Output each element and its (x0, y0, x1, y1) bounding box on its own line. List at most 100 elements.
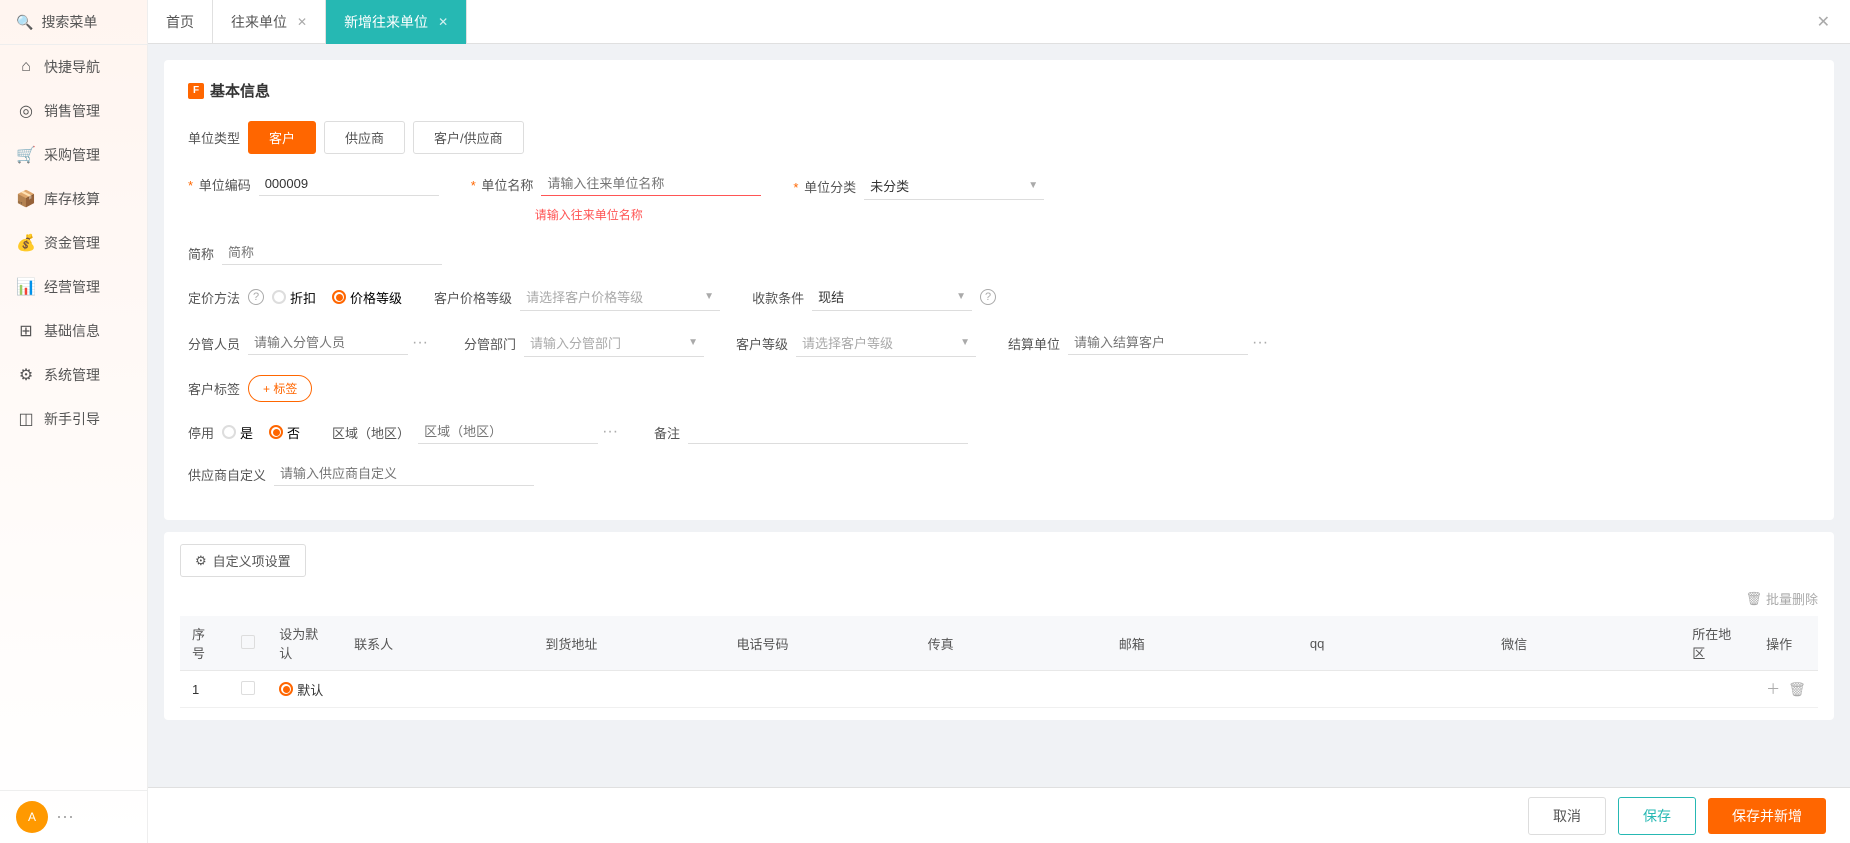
wechat-input[interactable] (1501, 682, 1668, 697)
search-menu-item[interactable]: 🔍 搜索菜单 (0, 0, 147, 45)
radio-price-level[interactable]: 价格等级 (332, 288, 402, 307)
tab-home[interactable]: 首页 (148, 0, 213, 44)
customer-level-label: 客户等级 (736, 334, 788, 353)
payment-help-icon[interactable]: ? (980, 289, 996, 305)
tag-group: 客户标签 + 标签 (188, 375, 312, 402)
qq-input[interactable] (1310, 682, 1477, 697)
td-email[interactable] (1107, 671, 1298, 708)
disabled-group: 停用 是 否 (188, 423, 300, 442)
tag-label: 客户标签 (188, 379, 240, 398)
row-action-btns: ＋ 🗑 (1766, 679, 1806, 699)
header-checkbox[interactable] (241, 635, 255, 649)
td-contact[interactable] (342, 671, 533, 708)
sidebar-item-finance[interactable]: 💰 资金管理 (0, 221, 147, 265)
unit-category-select[interactable]: 未分类 ▼ (864, 172, 1044, 200)
sidebar-item-guide[interactable]: ◫ 新手引导 (0, 397, 147, 441)
global-close-icon[interactable]: ✕ (1809, 8, 1838, 36)
settlement-input[interactable] (1068, 331, 1248, 355)
region-input[interactable] (418, 420, 598, 444)
td-phone[interactable] (724, 671, 915, 708)
unit-name-group: * 单位名称 请输入往来单位名称 (471, 172, 762, 223)
manager-label: 分管人员 (188, 334, 240, 353)
unit-code-input[interactable] (259, 172, 439, 196)
search-menu-label: 搜索菜单 (41, 12, 97, 32)
sidebar-item-quick-nav[interactable]: ⌂ 快捷导航 (0, 45, 147, 89)
supplier-custom-label: 供应商自定义 (188, 465, 266, 484)
pricing-help-icon[interactable]: ? (248, 289, 264, 305)
radio-no-circle (269, 425, 283, 439)
sidebar: 🔍 搜索菜单 ⌂ 快捷导航 ◎ 销售管理 🛒 采购管理 📦 库存核算 💰 资金管… (0, 0, 148, 843)
unit-name-input[interactable] (541, 172, 761, 196)
pricing-method-group: 定价方法 ? 折扣 价格等级 (188, 288, 402, 307)
supplier-custom-input[interactable] (274, 462, 534, 486)
settlement-more-btn[interactable]: ··· (1248, 332, 1272, 354)
remark-input[interactable] (688, 420, 968, 444)
settings-icon: ⚙ (195, 553, 207, 569)
tab-new-partner-close[interactable]: ✕ (438, 15, 448, 29)
unit-type-buttons: 客户 供应商 客户/供应商 (248, 121, 524, 154)
btn-supplier[interactable]: 供应商 (324, 121, 405, 154)
fax-input[interactable] (928, 682, 1095, 697)
tab-bar: 首页 往来单位 ✕ 新增往来单位 ✕ ✕ (148, 0, 1850, 44)
unit-category-group: * 单位分类 未分类 ▼ (793, 172, 1044, 200)
manager-group: 分管人员 ··· (188, 331, 432, 355)
short-name-row: 简称 (188, 241, 1810, 265)
save-button[interactable]: 保存 (1618, 797, 1696, 835)
sidebar-item-inventory[interactable]: 📦 库存核算 (0, 177, 147, 221)
td-fax[interactable] (916, 671, 1107, 708)
basic-info-card: F 基本信息 单位类型 客户 供应商 客户/供应商 * (164, 60, 1834, 520)
manager-more-btn[interactable]: ··· (408, 332, 432, 354)
bulk-delete-button[interactable]: 🗑 批量删除 (1745, 589, 1818, 608)
td-qq[interactable] (1298, 671, 1489, 708)
contact-input[interactable] (354, 682, 521, 697)
radio-discount[interactable]: 折扣 (272, 288, 316, 307)
add-tag-button[interactable]: + 标签 (248, 375, 312, 402)
region-more-btn[interactable]: ··· (598, 421, 622, 443)
btn-customer[interactable]: 客户 (248, 121, 316, 154)
btn-both[interactable]: 客户/供应商 (413, 121, 524, 154)
radio-no[interactable]: 否 (269, 423, 300, 442)
customer-price-group: 客户价格等级 请选择客户价格等级 ▼ (434, 283, 720, 311)
row-default-radio[interactable]: 默认 (279, 680, 330, 699)
section-title-text: 基本信息 (210, 80, 270, 101)
settlement-input-wrap: ··· (1068, 331, 1272, 355)
customer-level-select[interactable]: 请选择客户等级 ▼ (796, 329, 976, 357)
sidebar-item-basic[interactable]: ⊞ 基础信息 (0, 309, 147, 353)
td-wechat[interactable] (1489, 671, 1680, 708)
tab-new-partner-label: 新增往来单位 (344, 12, 428, 32)
manager-input[interactable] (248, 331, 408, 355)
th-contact: 联系人 (342, 616, 533, 671)
bulk-delete-label: 批量删除 (1766, 589, 1818, 608)
tag-row: 客户标签 + 标签 (188, 375, 1810, 402)
cancel-button[interactable]: 取消 (1528, 797, 1606, 835)
radio-yes-label: 是 (240, 423, 253, 442)
row-add-btn[interactable]: ＋ (1766, 679, 1780, 699)
manager-input-wrap: ··· (248, 331, 432, 355)
td-address[interactable] (533, 671, 724, 708)
short-name-input[interactable] (222, 241, 442, 265)
radio-yes[interactable]: 是 (222, 423, 253, 442)
sidebar-item-operation[interactable]: 📊 经营管理 (0, 265, 147, 309)
save-new-button[interactable]: 保存并新增 (1708, 798, 1826, 834)
row-checkbox[interactable] (241, 681, 255, 695)
chevron-down-icon4: ▼ (688, 337, 698, 348)
customer-price-select[interactable]: 请选择客户价格等级 ▼ (520, 283, 720, 311)
sidebar-item-purchase[interactable]: 🛒 采购管理 (0, 133, 147, 177)
phone-input[interactable] (736, 682, 903, 697)
tab-new-partner[interactable]: 新增往来单位 ✕ (326, 0, 467, 44)
sidebar-item-system[interactable]: ⚙ 系统管理 (0, 353, 147, 397)
dept-select[interactable]: 请输入分管部门 ▼ (524, 329, 704, 357)
email-input[interactable] (1119, 682, 1286, 697)
sidebar-item-sales[interactable]: ◎ 销售管理 (0, 89, 147, 133)
tab-partner-list-close[interactable]: ✕ (297, 15, 307, 29)
th-checkbox[interactable] (229, 616, 267, 671)
sidebar-label-operation: 经营管理 (44, 277, 100, 297)
td-checkbox[interactable] (229, 671, 267, 708)
td-region (1680, 671, 1754, 708)
supplier-custom-row: 供应商自定义 (188, 462, 1810, 486)
row-delete-btn[interactable]: 🗑 (1788, 681, 1806, 698)
custom-settings-button[interactable]: ⚙ 自定义项设置 (180, 544, 306, 577)
address-input[interactable] (545, 682, 712, 697)
tab-partner-list[interactable]: 往来单位 ✕ (213, 0, 326, 44)
payment-terms-select[interactable]: 现结 ▼ (812, 283, 972, 311)
